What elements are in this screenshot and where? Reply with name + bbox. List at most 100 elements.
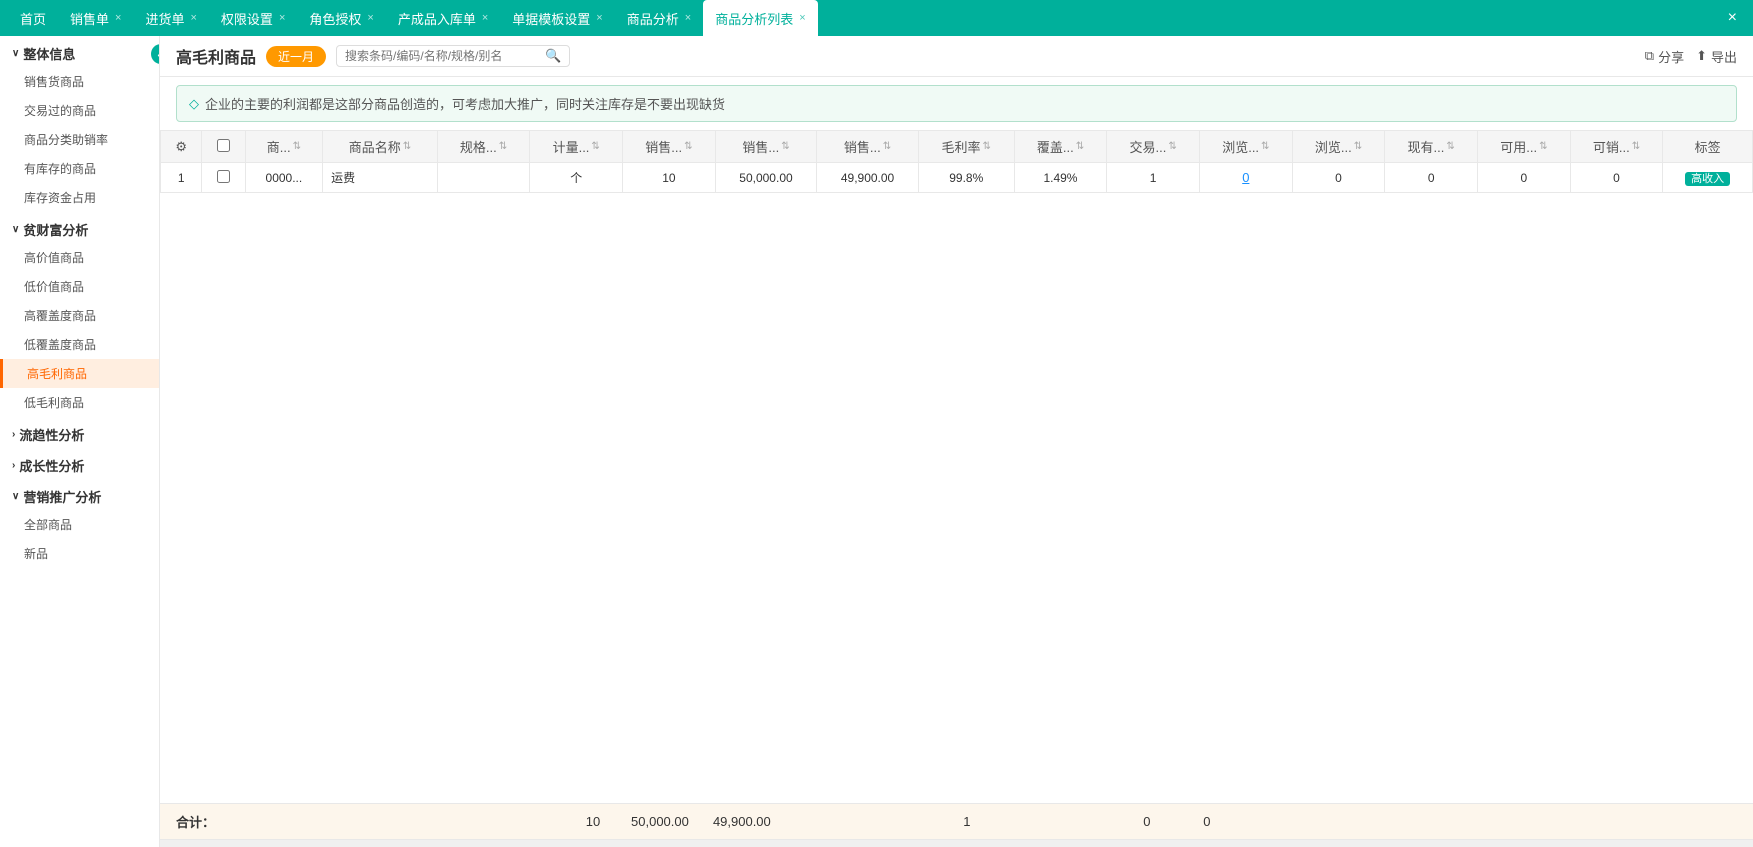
nav-item-权限设置[interactable]: 权限设置× (209, 0, 297, 36)
sort-icon[interactable]: ⇅ (1261, 141, 1269, 152)
sort-icon[interactable]: ⇅ (1632, 141, 1640, 152)
close-all-tabs-button[interactable]: × (1720, 9, 1745, 27)
row-transactions: 1 (1107, 163, 1200, 193)
row-tag[interactable]: 高收入 (1663, 163, 1753, 193)
sidebar-item-全部商品[interactable]: 全部商品 (0, 510, 159, 539)
sidebar-item-低毛利商品[interactable]: 低毛利商品 (0, 388, 159, 417)
row-num: 1 (161, 163, 202, 193)
sidebar-item-销售货商品[interactable]: 销售货商品 (0, 67, 159, 96)
sort-icon[interactable]: ⇅ (1168, 141, 1176, 152)
nav-item-产成品入库单[interactable]: 产成品入库单× (386, 0, 500, 36)
row-browse1[interactable]: 0 (1199, 163, 1292, 193)
nav-item-销售单[interactable]: 销售单× (58, 0, 133, 36)
sort-icon[interactable]: ⇅ (1076, 141, 1084, 152)
close-tab-icon[interactable]: × (799, 12, 805, 24)
close-tab-icon[interactable]: × (367, 12, 373, 24)
sort-icon[interactable]: ⇅ (591, 141, 599, 152)
close-tab-icon[interactable]: × (596, 12, 602, 24)
group-arrow-icon: ∨ (12, 48, 19, 59)
sort-icon[interactable]: ⇅ (499, 141, 507, 152)
col-header-10[interactable]: 覆盖...⇅ (1014, 131, 1107, 163)
filter-recent-month-button[interactable]: 近一月 (266, 46, 326, 67)
sidebar-item-低价值商品[interactable]: 低价值商品 (0, 272, 159, 301)
col-header-13[interactable]: 浏览...⇅ (1292, 131, 1385, 163)
row-checkbox (202, 163, 245, 193)
sort-icon[interactable]: ⇅ (781, 141, 789, 152)
close-tab-icon[interactable]: × (685, 12, 691, 24)
sidebar-item-低覆盖度商品[interactable]: 低覆盖度商品 (0, 330, 159, 359)
col-header-12[interactable]: 浏览...⇅ (1199, 131, 1292, 163)
nav-item-进货单[interactable]: 进货单× (133, 0, 208, 36)
sort-icon[interactable]: ⇅ (293, 141, 301, 152)
sort-icon[interactable]: ⇅ (1354, 141, 1362, 152)
sort-icon[interactable]: ⇅ (403, 141, 411, 152)
group-label: 流趋性分析 (19, 425, 84, 444)
search-input[interactable] (345, 49, 545, 63)
nav-item-商品分析[interactable]: 商品分析× (615, 0, 703, 36)
search-box: 🔍 (336, 45, 570, 67)
sidebar-item-高价值商品[interactable]: 高价值商品 (0, 243, 159, 272)
sidebar-group-3[interactable]: ›成长性分析 (0, 448, 159, 479)
nav-item-首页[interactable]: 首页 (8, 0, 58, 36)
col-header-9[interactable]: 毛利率⇅ (918, 131, 1014, 163)
col-header-8[interactable]: 销售...⇅ (817, 131, 919, 163)
col-header-7[interactable]: 销售...⇅ (715, 131, 817, 163)
select-all-checkbox[interactable] (217, 139, 230, 152)
row-checkbox-input[interactable] (217, 170, 230, 183)
col-header-5[interactable]: 计量...⇅ (530, 131, 623, 163)
sidebar-group-1[interactable]: ∨贫财富分析 (0, 212, 159, 243)
close-tab-icon[interactable]: × (482, 12, 488, 24)
content-header: 高毛利商品 近一月 🔍 ⧉ 分享 ⬆ 导出 (160, 36, 1753, 77)
col-header-11[interactable]: 交易...⇅ (1107, 131, 1200, 163)
col-header-15[interactable]: 可用...⇅ (1478, 131, 1571, 163)
sort-icon[interactable]: ⇅ (1539, 141, 1547, 152)
horizontal-scrollbar[interactable] (160, 839, 1753, 847)
sidebar-group-4[interactable]: ∨营销推广分析 (0, 479, 159, 510)
footer-cell-11 (997, 814, 1057, 829)
table-row: 10000...运费个1050,000.0049,900.0099.8%1.49… (161, 163, 1753, 193)
sidebar-item-库存资金占用[interactable]: 库存资金占用 (0, 183, 159, 212)
row-sellable: 0 (1570, 163, 1663, 193)
close-tab-icon[interactable]: × (279, 12, 285, 24)
footer-cell-4 (493, 814, 563, 829)
close-tab-icon[interactable]: × (190, 12, 196, 24)
sidebar-group-2[interactable]: ›流趋性分析 (0, 417, 159, 448)
sort-icon[interactable]: ⇅ (883, 141, 891, 152)
footer-cell-10: 1 (937, 814, 997, 829)
col-header-14[interactable]: 现有...⇅ (1385, 131, 1478, 163)
sidebar-item-有库存的商品[interactable]: 有库存的商品 (0, 154, 159, 183)
export-button[interactable]: ⬆ 导出 (1696, 47, 1737, 66)
nav-item-角色授权[interactable]: 角色授权× (297, 0, 385, 36)
content-area: 高毛利商品 近一月 🔍 ⧉ 分享 ⬆ 导出 ◇ 企业的主要的利润都是这部分商品创… (160, 36, 1753, 847)
footer-totals-bar: 合计： 1050,000.0049,900.00100 (160, 803, 1753, 839)
nav-item-商品分析列表[interactable]: 商品分析列表× (703, 0, 817, 36)
nav-item-单据模板设置[interactable]: 单据模板设置× (500, 0, 614, 36)
share-button[interactable]: ⧉ 分享 (1645, 47, 1684, 66)
sidebar-item-交易过的商品[interactable]: 交易过的商品 (0, 96, 159, 125)
data-table: ⚙商...⇅商品名称⇅规格...⇅计量...⇅销售...⇅销售...⇅销售...… (160, 130, 1753, 193)
col-header-6[interactable]: 销售...⇅ (623, 131, 716, 163)
col-header-16[interactable]: 可销...⇅ (1570, 131, 1663, 163)
search-icon[interactable]: 🔍 (545, 48, 561, 64)
group-label: 贫财富分析 (23, 220, 88, 239)
table-container: ⚙商...⇅商品名称⇅规格...⇅计量...⇅销售...⇅销售...⇅销售...… (160, 130, 1753, 803)
browse-link[interactable]: 0 (1242, 170, 1249, 185)
group-arrow-icon: › (12, 460, 15, 471)
sidebar-item-高覆盖度商品[interactable]: 高覆盖度商品 (0, 301, 159, 330)
sort-icon[interactable]: ⇅ (684, 141, 692, 152)
row-name: 运费 (323, 163, 438, 193)
sidebar-item-新品[interactable]: 新品 (0, 539, 159, 568)
sort-icon[interactable]: ⇅ (1446, 141, 1454, 152)
group-label: 整体信息 (23, 44, 75, 63)
footer-cells: 1050,000.0049,900.00100 (223, 814, 1737, 829)
col-header-1 (202, 131, 245, 163)
col-header-2[interactable]: 商...⇅ (245, 131, 322, 163)
col-header-4[interactable]: 规格...⇅ (437, 131, 530, 163)
sidebar-item-高毛利商品[interactable]: 高毛利商品 (0, 359, 159, 388)
sort-icon[interactable]: ⇅ (983, 141, 991, 152)
sidebar-group-0[interactable]: ∨ 整体信息 (0, 36, 159, 67)
row-browse2: 0 (1292, 163, 1385, 193)
sidebar-item-商品分类助销率[interactable]: 商品分类助销率 (0, 125, 159, 154)
col-header-3[interactable]: 商品名称⇅ (323, 131, 438, 163)
close-tab-icon[interactable]: × (115, 12, 121, 24)
